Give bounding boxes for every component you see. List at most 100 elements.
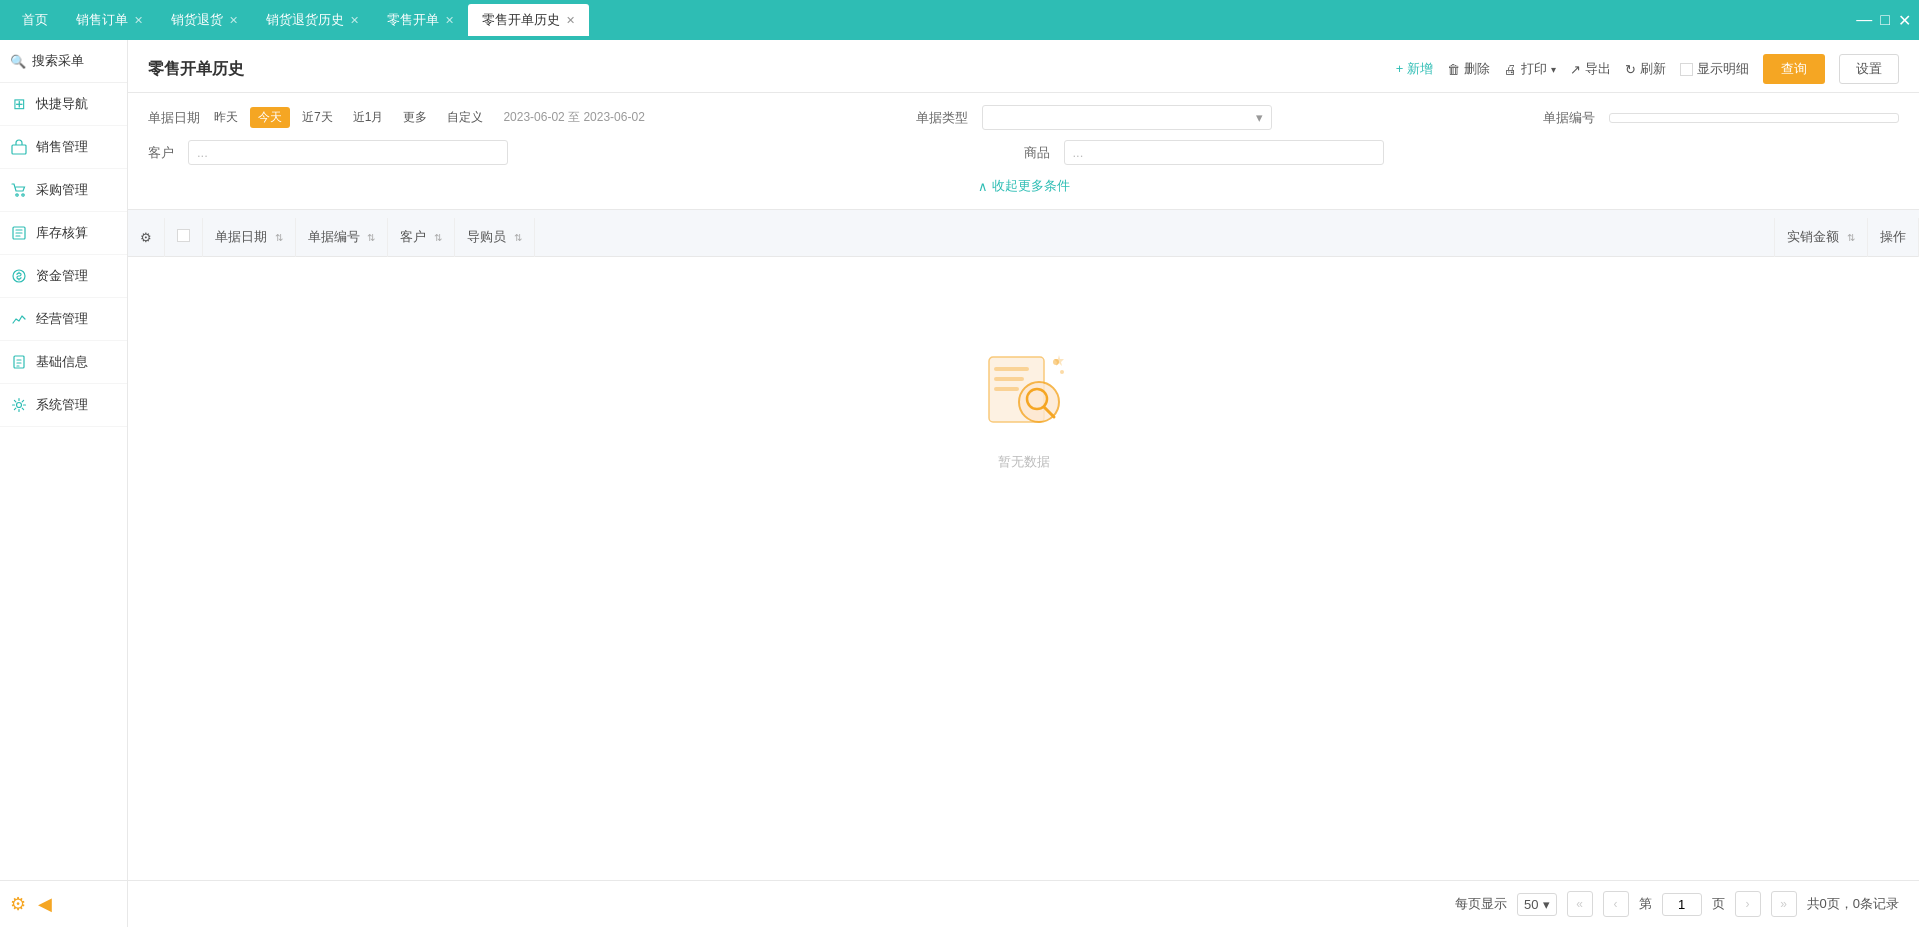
- date-opt-last7[interactable]: 近7天: [294, 107, 341, 128]
- page-size-select[interactable]: 50 ▾: [1517, 893, 1556, 916]
- doc-type-select[interactable]: ▾: [982, 105, 1272, 130]
- goods-placeholder: ...: [1073, 145, 1084, 160]
- tab-home[interactable]: 首页: [8, 4, 62, 36]
- col-doc-number[interactable]: 单据编号 ⇅: [295, 218, 388, 257]
- customer-label: 客户: [148, 144, 174, 162]
- filter-row-2: 客户 ... 商品 ...: [148, 140, 1899, 165]
- tab-retail-open-label: 零售开单: [387, 11, 439, 29]
- print-dropdown-icon: ▾: [1551, 64, 1556, 75]
- sidebar-item-purchase-mgmt-label: 采购管理: [36, 181, 88, 199]
- sys-mgmt-icon: [10, 396, 28, 414]
- column-settings-icon[interactable]: ⚙: [140, 230, 152, 245]
- date-opt-last-month[interactable]: 近1月: [345, 107, 392, 128]
- col-action: 操作: [1868, 218, 1919, 257]
- collapse-sidebar-icon[interactable]: ◀: [38, 893, 52, 915]
- delete-button[interactable]: 🗑 删除: [1447, 60, 1490, 78]
- last-page-btn[interactable]: »: [1771, 891, 1797, 917]
- sales-mgmt-icon: [10, 138, 28, 156]
- tab-retail-open-history-close[interactable]: ✕: [566, 14, 575, 27]
- chevron-up-icon: ∧: [978, 179, 988, 194]
- date-opt-today[interactable]: 今天: [250, 107, 290, 128]
- col-actual-amount-sort-icon: ⇅: [1847, 232, 1855, 243]
- settings-button[interactable]: 设置: [1839, 54, 1899, 84]
- col-guide[interactable]: 导购员 ⇅: [454, 218, 534, 257]
- doc-type-label: 单据类型: [916, 109, 968, 127]
- col-actual-amount-label: 实销金额: [1787, 229, 1839, 244]
- print-button[interactable]: 🖨 打印 ▾: [1504, 60, 1556, 78]
- page-size-dropdown-icon: ▾: [1543, 897, 1550, 912]
- query-button[interactable]: 查询: [1763, 54, 1825, 84]
- customer-input[interactable]: ...: [188, 140, 508, 165]
- table-header-row: ⚙ 单据日期 ⇅ 单据编号 ⇅: [128, 218, 1919, 257]
- svg-rect-0: [12, 145, 26, 154]
- col-checkbox[interactable]: [165, 218, 203, 257]
- tab-home-label: 首页: [22, 11, 48, 29]
- display-detail-toggle[interactable]: 显示明细: [1680, 60, 1749, 78]
- tab-sales-return[interactable]: 销货退货 ✕: [157, 4, 252, 36]
- empty-text: 暂无数据: [998, 453, 1050, 471]
- sidebar-item-ops-mgmt[interactable]: 经营管理: [0, 298, 127, 341]
- svg-point-6: [17, 403, 22, 408]
- sidebar: 🔍 搜索采单 ⊞ 快捷导航 销售管理 采购管理 库存核算: [0, 40, 128, 927]
- tab-sales-return-history-close[interactable]: ✕: [350, 14, 359, 27]
- tab-sales-order-close[interactable]: ✕: [134, 14, 143, 27]
- tab-sales-return-close[interactable]: ✕: [229, 14, 238, 27]
- new-button[interactable]: + 新增: [1396, 60, 1433, 78]
- sidebar-search[interactable]: 🔍 搜索采单: [0, 40, 127, 83]
- sidebar-item-finance-mgmt[interactable]: 资金管理: [0, 255, 127, 298]
- col-actual-amount[interactable]: 实销金额 ⇅: [1775, 218, 1868, 257]
- page-label-suffix: 页: [1712, 895, 1725, 913]
- tab-retail-open[interactable]: 零售开单 ✕: [373, 4, 468, 36]
- sidebar-item-finance-mgmt-label: 资金管理: [36, 267, 88, 285]
- delete-icon: 🗑: [1447, 62, 1460, 77]
- maximize-btn[interactable]: □: [1880, 11, 1890, 29]
- date-opt-yesterday[interactable]: 昨天: [206, 107, 246, 128]
- col-guide-label: 导购员: [467, 229, 506, 244]
- close-btn[interactable]: ✕: [1898, 11, 1911, 30]
- display-detail-checkbox[interactable]: [1680, 63, 1693, 76]
- col-doc-date-label: 单据日期: [215, 229, 267, 244]
- date-opt-more[interactable]: 更多: [395, 107, 435, 128]
- sidebar-item-inventory-check-label: 库存核算: [36, 224, 88, 242]
- tab-retail-open-history[interactable]: 零售开单历史 ✕: [468, 4, 589, 36]
- data-table: ⚙ 单据日期 ⇅ 单据编号 ⇅: [128, 218, 1919, 257]
- goods-input[interactable]: ...: [1064, 140, 1384, 165]
- sidebar-item-base-info[interactable]: 基础信息: [0, 341, 127, 384]
- inventory-check-icon: [10, 224, 28, 242]
- doc-number-input[interactable]: [1609, 113, 1899, 123]
- sidebar-item-sales-mgmt[interactable]: 销售管理: [0, 126, 127, 169]
- select-all-checkbox[interactable]: [177, 229, 190, 242]
- col-customer[interactable]: 客户 ⇅: [388, 218, 455, 257]
- collapse-label: 收起更多条件: [992, 177, 1070, 195]
- col-settings[interactable]: ⚙: [128, 218, 165, 257]
- refresh-button[interactable]: ↻ 刷新: [1625, 60, 1666, 78]
- tab-retail-open-close[interactable]: ✕: [445, 14, 454, 27]
- base-info-icon: [10, 353, 28, 371]
- col-customer-sort-icon: ⇅: [434, 232, 442, 243]
- first-page-btn[interactable]: «: [1567, 891, 1593, 917]
- sidebar-item-inventory-check[interactable]: 库存核算: [0, 212, 127, 255]
- settings-bottom-icon[interactable]: ⚙: [10, 893, 26, 915]
- tab-sales-return-history[interactable]: 销货退货历史 ✕: [252, 4, 373, 36]
- tab-sales-order[interactable]: 销售订单 ✕: [62, 4, 157, 36]
- col-doc-date-sort-icon: ⇅: [275, 232, 283, 243]
- collapse-more-btn[interactable]: ∧ 收起更多条件: [148, 175, 1899, 197]
- sidebar-item-quick-nav[interactable]: ⊞ 快捷导航: [0, 83, 127, 126]
- sidebar-item-sys-mgmt[interactable]: 系统管理: [0, 384, 127, 427]
- table-container: ⚙ 单据日期 ⇅ 单据编号 ⇅: [128, 218, 1919, 880]
- tab-sales-return-label: 销货退货: [171, 11, 223, 29]
- doc-number-label: 单据编号: [1543, 109, 1595, 127]
- next-page-btn[interactable]: ›: [1735, 891, 1761, 917]
- export-button[interactable]: ↗ 导出: [1570, 60, 1611, 78]
- col-guide-sort-icon: ⇅: [514, 232, 522, 243]
- prev-page-btn[interactable]: ‹: [1603, 891, 1629, 917]
- minimize-btn[interactable]: —: [1856, 11, 1872, 29]
- main-layout: 🔍 搜索采单 ⊞ 快捷导航 销售管理 采购管理 库存核算: [0, 40, 1919, 927]
- col-doc-date[interactable]: 单据日期 ⇅: [203, 218, 296, 257]
- goods-label: 商品: [1024, 144, 1050, 162]
- sidebar-item-purchase-mgmt[interactable]: 采购管理: [0, 169, 127, 212]
- filter-area: 单据日期 昨天 今天 近7天 近1月 更多 自定义 2023-06-02 至 2…: [128, 93, 1919, 210]
- date-opt-custom[interactable]: 自定义: [439, 107, 491, 128]
- page-number-input[interactable]: [1662, 893, 1702, 916]
- page-label-prefix: 第: [1639, 895, 1652, 913]
